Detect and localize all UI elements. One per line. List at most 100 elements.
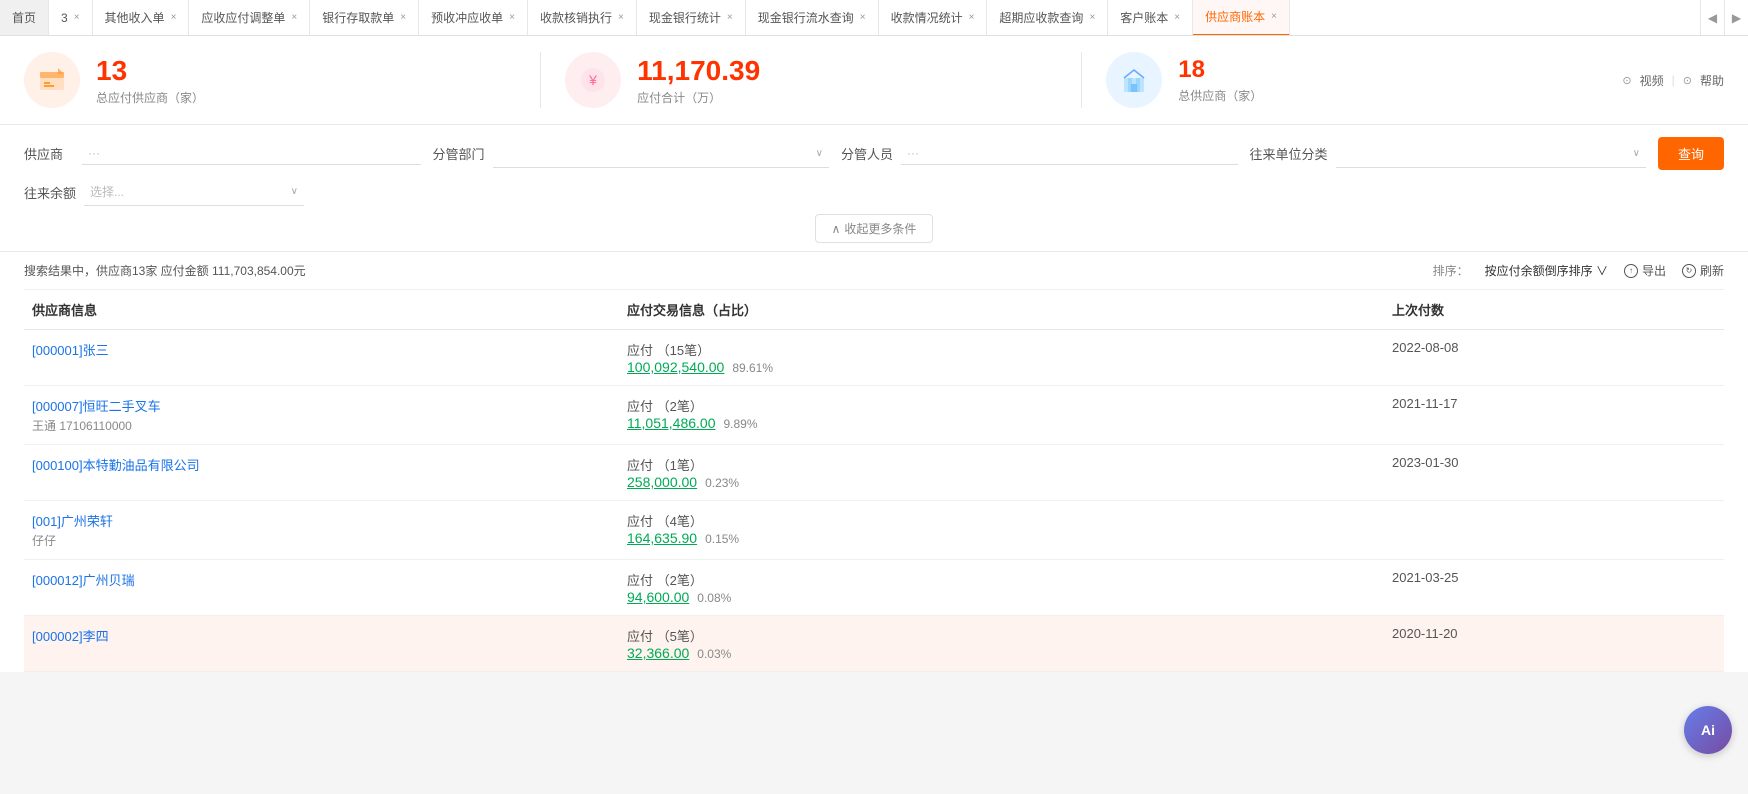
nav-tab-ar-ap[interactable]: 应收应付调整单 × [189,0,310,36]
tx-percent-4: 0.08% [697,591,731,605]
supplier-link-2[interactable]: [000100]本特勤油品有限公司 [32,458,200,473]
nav-arrows: ◀ ▶ [1700,0,1748,36]
refresh-button[interactable]: ↻ 刷新 [1682,262,1724,279]
nav-tab-customer-account[interactable]: 客户账本 × [1108,0,1193,36]
nav-tab-bank-deposit[interactable]: 银行存取款单 × [310,0,419,36]
nav-tab-prepay[interactable]: 预收冲应收单 × [419,0,528,36]
sort-label: 排序： [1433,262,1469,279]
nav-tab-cash-flow[interactable]: 现金银行流水查询 × [746,0,879,36]
nav-prev-arrow[interactable]: ◀ [1700,0,1724,36]
table-row: [000001]张三应付 （15笔）100,092,540.0089.61%20… [24,330,1724,386]
summary-bar: 13 总应付供应商（家） ¥ 11,170.39 应付合计（万） [0,36,1748,125]
result-bar: 搜索结果中，供应商13家 应付金额 111,703,854.00元 排序： 按应… [24,252,1724,290]
col-header-last-payment: 上次付数 [1384,290,1724,330]
col-header-tx: 应付交易信息（占比） [619,290,1384,330]
supplier-link-3[interactable]: [001]广州荣轩 [32,514,113,529]
export-icon: ↑ [1624,264,1638,278]
sort-value[interactable]: 按应付余额倒序排序 ∨ [1485,262,1608,279]
last-payment-cell-5: 2020-11-20 [1384,616,1724,672]
search-button[interactable]: 查询 [1658,137,1724,170]
summary-links: ⊙ 视频 | ⊙ 帮助 [1622,72,1724,89]
last-payment-cell-4: 2021-03-25 [1384,560,1724,616]
ai-assistant-badge[interactable]: Ai [1684,706,1732,754]
nav-tab-cash-stat-close[interactable]: × [727,12,733,23]
tx-amount-4[interactable]: 94,600.00 [627,589,689,605]
nav-tab-overdue-label: 超期应收款查询 [999,9,1083,26]
last-payment-cell-3 [1384,501,1724,560]
supplier-cell-3: [001]广州荣轩仔仔 [24,501,619,560]
tx-cell-4: 应付 （2笔）94,600.000.08% [619,560,1384,616]
supplier-link-1[interactable]: [000007]恒旺二手叉车 [32,399,161,414]
supplier-link-4[interactable]: [000012]广州贝瑞 [32,573,135,588]
nav-tab-prepay-close[interactable]: × [509,12,515,23]
nav-tab-cash-stat[interactable]: 现金银行统计 × [637,0,746,36]
supplier-filter-input[interactable]: ··· [82,142,421,165]
tx-amount-3[interactable]: 164,635.90 [627,530,697,546]
nav-tab-3-close[interactable]: × [74,12,80,23]
tx-amount-2[interactable]: 258,000.00 [627,474,697,490]
nav-next-arrow[interactable]: ▶ [1724,0,1748,36]
summary-item-payable-suppliers: 13 总应付供应商（家） [24,52,540,108]
tx-amount-5[interactable]: 32,366.00 [627,645,689,661]
person-filter-input[interactable]: ··· [901,142,1237,165]
nav-tab-supplier-account-close[interactable]: × [1271,11,1277,22]
supplier-cell-0: [000001]张三 [24,330,619,386]
dept-filter-select[interactable]: ∨ [493,140,829,168]
table-row: [000012]广州贝瑞应付 （2笔）94,600.000.08%2021-03… [24,560,1724,616]
supplier-placeholder: ··· [88,146,100,160]
total-suppliers-label: 总供应商（家） [1178,87,1262,104]
nav-tab-home-label: 首页 [12,9,36,26]
nav-tab-other-income[interactable]: 其他收入单 × [93,0,190,36]
nav-tab-receipt-exec-close[interactable]: × [618,12,624,23]
supplier-link-0[interactable]: [000001]张三 [32,343,109,358]
video-link[interactable]: 视频 [1640,72,1664,89]
supplier-table: 供应商信息 应付交易信息（占比） 上次付数 [000001]张三 应付 （15笔）… [24,290,1724,672]
supplier-link-5[interactable]: [000002]李四 [32,629,109,644]
nav-tab-customer-account-close[interactable]: × [1174,12,1180,23]
supplier-sub-3: 仔仔 [32,532,611,549]
nav-tab-bank-deposit-close[interactable]: × [400,12,406,23]
table-header-row: 供应商信息 应付交易信息（占比） 上次付数 [24,290,1724,330]
total-suppliers-number: 18 [1178,56,1262,85]
filter-person: 分管人员 ··· [841,142,1238,165]
nav-tab-collection-stat[interactable]: 收款情况统计 × [879,0,988,36]
col-header-supplier: 供应商信息 [24,290,619,330]
nav-tab-receipt-exec[interactable]: 收款核销执行 × [528,0,637,36]
person-filter-label: 分管人员 [841,144,893,163]
summary-item-payable-total: ¥ 11,170.39 应付合计（万） [540,52,1081,108]
balance-filter-select[interactable]: 选择... ∨ [84,178,304,206]
table-row: [000100]本特勤油品有限公司应付 （1笔）258,000.000.23%2… [24,445,1724,501]
total-suppliers-icon [1106,52,1162,108]
export-button[interactable]: ↑ 导出 [1624,262,1666,279]
tx-count-3: 应付 （4笔） [627,511,1376,530]
nav-tab-other-income-close[interactable]: × [171,12,177,23]
sort-value-text: 按应付余额倒序排序 [1485,264,1593,278]
nav-tab-cash-flow-close[interactable]: × [860,12,866,23]
top-navigation: 首页 3 × 其他收入单 × 应收应付调整单 × 银行存取款单 × 预收冲应收单… [0,0,1748,36]
help-link[interactable]: 帮助 [1700,72,1724,89]
payable-total-text: 11,170.39 应付合计（万） [637,54,760,107]
nav-tab-home[interactable]: 首页 [0,0,49,36]
nav-tab-3[interactable]: 3 × [49,0,93,36]
tx-amount-0[interactable]: 100,092,540.00 [627,359,724,375]
filter-bar: 供应商 ··· 分管部门 ∨ 分管人员 ··· 往来单位分类 ∨ 查询 往来 [0,125,1748,252]
nav-tab-overdue[interactable]: 超期应收款查询 × [987,0,1108,36]
tx-amount-1[interactable]: 11,051,486.00 [627,415,716,431]
tx-percent-0: 89.61% [732,361,773,375]
dept-filter-label: 分管部门 [433,144,485,163]
nav-tab-overdue-close[interactable]: × [1089,12,1095,23]
category-select-arrow: ∨ [1633,148,1640,159]
tx-count-5: 应付 （5笔） [627,626,1376,645]
supplier-cell-2: [000100]本特勤油品有限公司 [24,445,619,501]
category-filter-select[interactable]: ∨ [1336,140,1646,168]
nav-tab-customer-account-label: 客户账本 [1120,9,1168,26]
nav-tab-supplier-account[interactable]: 供应商账本 × [1193,0,1290,36]
tx-count-0: 应付 （15笔） [627,340,1376,359]
collapse-filters-button[interactable]: ∧ 收起更多条件 [815,214,934,243]
nav-tab-ar-ap-close[interactable]: × [291,12,297,23]
balance-filter-label: 往来余额 [24,183,76,202]
filter-category: 往来单位分类 ∨ [1250,140,1647,168]
person-placeholder: ··· [907,146,919,160]
nav-tab-collection-stat-close[interactable]: × [969,12,975,23]
sort-arrow-icon: ∨ [1596,264,1608,278]
